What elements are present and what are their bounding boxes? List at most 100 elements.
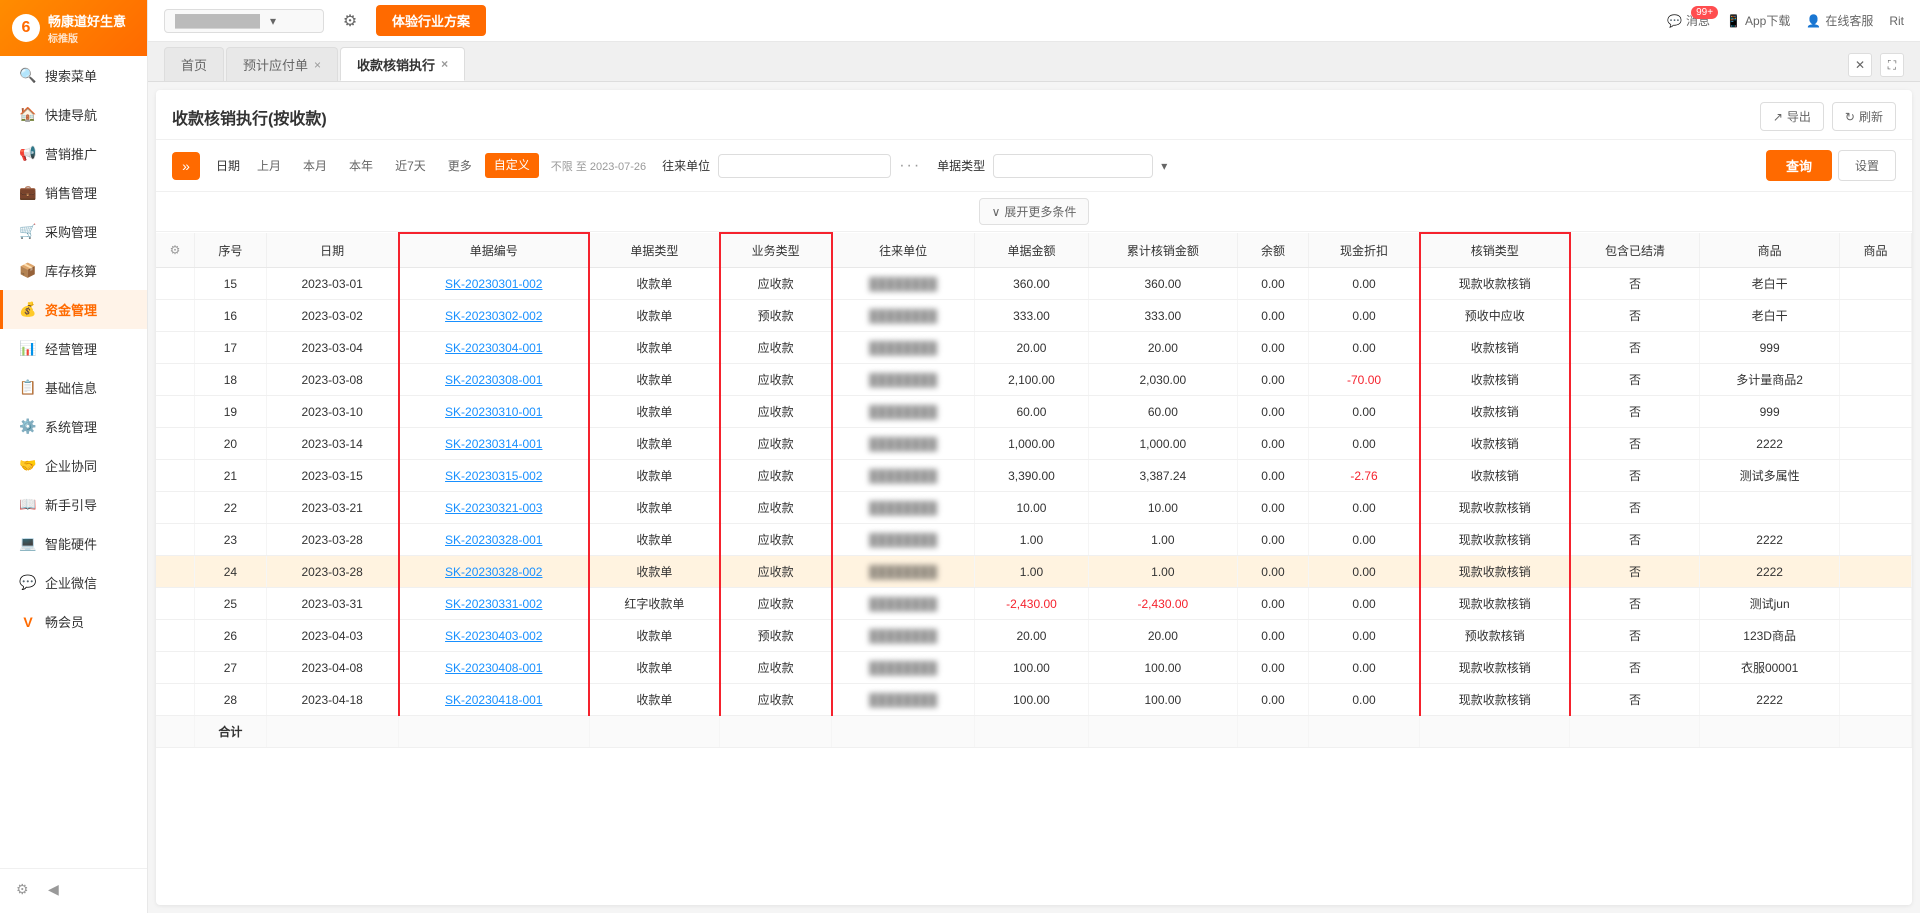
td-goods: 2222	[1700, 684, 1840, 716]
sidebar-item-purchase[interactable]: 🛒 采购管理	[0, 212, 147, 251]
tab-collection-close[interactable]: ×	[441, 57, 448, 71]
refresh-button[interactable]: ↻ 刷新	[1832, 102, 1896, 131]
sidebar-item-guide[interactable]: 📖 新手引导	[0, 485, 147, 524]
danghao-link[interactable]: SK-20230418-001	[445, 693, 542, 707]
td-date: 2023-04-08	[266, 652, 398, 684]
solution-button[interactable]: 体验行业方案	[376, 5, 486, 36]
tab-home-label: 首页	[181, 55, 207, 74]
partner-input[interactable]	[718, 154, 891, 178]
sidebar-item-inventory[interactable]: 📦 库存核算	[0, 251, 147, 290]
partner-filter-group: 往来单位 ···	[662, 154, 921, 178]
date-range-display: 不限 至 2023-07-26	[551, 158, 646, 174]
td-no: 19	[195, 396, 267, 428]
messages-btn[interactable]: 💬 消息 99+	[1667, 12, 1710, 29]
danghao-link[interactable]: SK-20230308-001	[445, 373, 542, 387]
setting-button[interactable]: 设置	[1838, 150, 1896, 181]
member-icon: V	[19, 613, 37, 631]
page-actions: ↗ 导出 ↻ 刷新	[1760, 102, 1896, 131]
date-filter-group: 日期 上月 本月 本年 近7天 更多 自定义 不限 至 2023-07-26	[216, 153, 646, 178]
sidebar-item-quick-nav[interactable]: 🏠 快捷导航	[0, 95, 147, 134]
app-download-btn[interactable]: 📱 App下载	[1726, 12, 1790, 29]
fullscreen-btn[interactable]: ⛶	[1880, 53, 1904, 77]
td-goods: 2222	[1700, 556, 1840, 588]
sidebar-item-marketing[interactable]: 📢 营销推广	[0, 134, 147, 173]
query-button[interactable]: 查询	[1766, 150, 1832, 181]
td-cum-hx: 60.00	[1089, 396, 1237, 428]
danghao-link[interactable]: SK-20230301-002	[445, 277, 542, 291]
table-row: 172023-03-04SK-20230304-001收款单应收款███████…	[156, 332, 1912, 364]
danghao-link[interactable]: SK-20230315-002	[445, 469, 542, 483]
th-goods: 商品	[1700, 233, 1840, 268]
online-service-btn[interactable]: 👤 在线客服	[1806, 12, 1873, 29]
td-hx-type: 收款核销	[1420, 396, 1570, 428]
td-settings	[156, 524, 195, 556]
workspace-selector[interactable]: ██████████ ▾	[164, 9, 324, 33]
td-hx-type: 现款收款核销	[1420, 556, 1570, 588]
danghao-link[interactable]: SK-20230408-001	[445, 661, 542, 675]
date-btn-custom[interactable]: 自定义	[485, 153, 539, 178]
date-btn-this-month[interactable]: 本月	[294, 153, 336, 178]
td-danghao: SK-20230321-003	[399, 492, 589, 524]
td-cum-hx: 333.00	[1089, 300, 1237, 332]
sidebar-item-member[interactable]: V 畅会员	[0, 602, 147, 641]
date-filter-label: 日期	[216, 157, 240, 174]
td-amount: 100.00	[974, 652, 1088, 684]
td-balance: 0.00	[1237, 684, 1309, 716]
danghao-link[interactable]: SK-20230314-001	[445, 437, 542, 451]
td-goods-img	[1840, 492, 1912, 524]
tab-collection[interactable]: 收款核销执行 ×	[340, 47, 465, 81]
voucher-type-label: 单据类型	[937, 157, 985, 174]
tabbar-controls: ✕ ⛶	[1848, 53, 1904, 81]
danghao-link[interactable]: SK-20230403-002	[445, 629, 542, 643]
danghao-link[interactable]: SK-20230304-001	[445, 341, 542, 355]
danghao-link[interactable]: SK-20230302-002	[445, 309, 542, 323]
date-btn-7days[interactable]: 近7天	[386, 153, 435, 178]
sidebar-item-collab[interactable]: 🤝 企业协同	[0, 446, 147, 485]
td-danghao: SK-20230301-002	[399, 268, 589, 300]
td-voucher-type: 红字收款单	[589, 588, 720, 620]
td-danghao: SK-20230418-001	[399, 684, 589, 716]
sidebar-item-system[interactable]: ⚙️ 系统管理	[0, 407, 147, 446]
refresh-icon: ↻	[1845, 110, 1855, 124]
date-btn-more[interactable]: 更多	[439, 153, 481, 178]
danghao-link[interactable]: SK-20230310-001	[445, 405, 542, 419]
settings-icon[interactable]: ⚙	[336, 7, 364, 35]
td-goods-img	[1840, 524, 1912, 556]
date-btn-this-year[interactable]: 本年	[340, 153, 382, 178]
td-cash-discount: 0.00	[1309, 492, 1420, 524]
td-biz-type: 应收款	[720, 588, 832, 620]
export-button[interactable]: ↗ 导出	[1760, 102, 1824, 131]
workspace-value: ██████████	[175, 14, 260, 28]
tab-home[interactable]: 首页	[164, 47, 224, 81]
expand-conditions-btn[interactable]: ∨ 展开更多条件	[979, 198, 1090, 225]
danghao-link[interactable]: SK-20230331-002	[445, 597, 542, 611]
danghao-link[interactable]: SK-20230328-002	[445, 565, 542, 579]
tab-prepay[interactable]: 预计应付单 ×	[226, 47, 338, 81]
date-btn-last-month[interactable]: 上月	[248, 153, 290, 178]
td-footer-13	[1700, 716, 1840, 748]
sidebar-item-finance[interactable]: 💰 资金管理	[0, 290, 147, 329]
column-settings-icon[interactable]: ⚙	[166, 241, 184, 259]
voucher-type-select[interactable]	[993, 154, 1153, 178]
sidebar-settings-icon[interactable]: ⚙	[16, 881, 36, 901]
tab-prepay-close[interactable]: ×	[314, 58, 321, 72]
sidebar-item-hardware[interactable]: 💻 智能硬件	[0, 524, 147, 563]
sidebar-item-basic[interactable]: 📋 基础信息	[0, 368, 147, 407]
sidebar-item-operation[interactable]: 📊 经营管理	[0, 329, 147, 368]
service-icon: 👤	[1806, 14, 1821, 28]
danghao-link[interactable]: SK-20230328-001	[445, 533, 542, 547]
filter-toggle-btn[interactable]: »	[172, 152, 200, 180]
sidebar-collapse-icon[interactable]: ◀	[48, 881, 68, 901]
danghao-link[interactable]: SK-20230321-003	[445, 501, 542, 515]
td-cash-discount: 0.00	[1309, 588, 1420, 620]
sidebar-item-sales[interactable]: 💼 销售管理	[0, 173, 147, 212]
sidebar-item-search[interactable]: 🔍 搜索菜单	[0, 56, 147, 95]
sidebar-item-label: 销售管理	[45, 183, 97, 202]
table-row: 222023-03-21SK-20230321-003收款单应收款███████…	[156, 492, 1912, 524]
wechat-icon: 💬	[19, 574, 37, 592]
close-tab-btn[interactable]: ✕	[1848, 53, 1872, 77]
td-settings	[156, 332, 195, 364]
th-date: 日期	[266, 233, 398, 268]
sidebar-item-wechat[interactable]: 💬 企业微信	[0, 563, 147, 602]
table-row: 202023-03-14SK-20230314-001收款单应收款███████…	[156, 428, 1912, 460]
